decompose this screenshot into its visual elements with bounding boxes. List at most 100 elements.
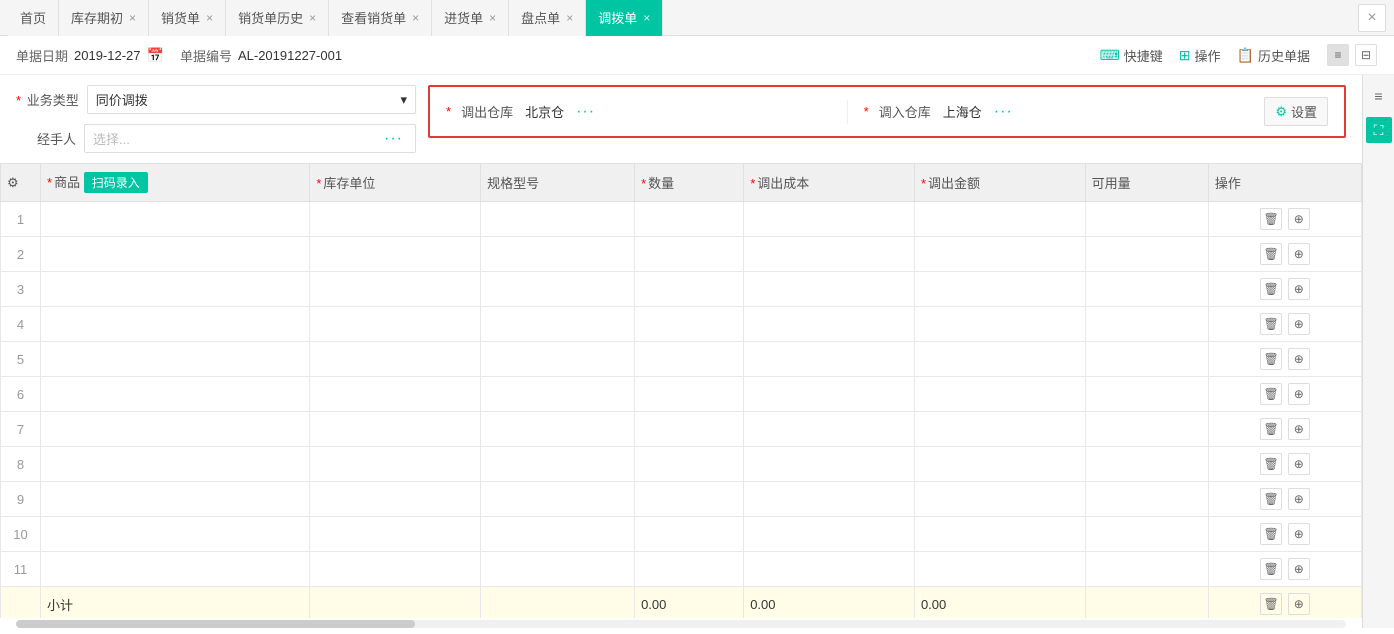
cell-product-7[interactable]: [41, 412, 310, 447]
cell-available-4[interactable]: [1085, 307, 1208, 342]
cell-unit-7[interactable]: [310, 412, 481, 447]
tab-home[interactable]: 首页: [8, 0, 59, 36]
warehouse-out-dots[interactable]: ···: [572, 103, 599, 121]
cell-spec-2[interactable]: [481, 237, 635, 272]
warehouse-in-dots[interactable]: ···: [990, 103, 1017, 121]
cell-qty-7[interactable]: [635, 412, 744, 447]
delete-row-9-button[interactable]: 🗑: [1260, 488, 1282, 510]
copy-row-5-button[interactable]: ⊕: [1288, 348, 1310, 370]
cell-amount-2[interactable]: [914, 237, 1085, 272]
delete-row-7-button[interactable]: 🗑: [1260, 418, 1282, 440]
cell-qty-10[interactable]: [635, 517, 744, 552]
cell-qty-5[interactable]: [635, 342, 744, 377]
cell-unit-9[interactable]: [310, 482, 481, 517]
copy-row-7-button[interactable]: ⊕: [1288, 418, 1310, 440]
cell-available-8[interactable]: [1085, 447, 1208, 482]
cell-amount-7[interactable]: [914, 412, 1085, 447]
handler-select[interactable]: 选择... ···: [84, 124, 416, 153]
cell-amount-9[interactable]: [914, 482, 1085, 517]
cell-cost-11[interactable]: [744, 552, 915, 587]
cell-spec-10[interactable]: [481, 517, 635, 552]
cell-amount-11[interactable]: [914, 552, 1085, 587]
cell-amount-5[interactable]: [914, 342, 1085, 377]
cell-qty-8[interactable]: [635, 447, 744, 482]
tab-sales-history-close[interactable]: ×: [309, 11, 316, 25]
subtotal-delete-button[interactable]: 🗑: [1260, 593, 1282, 615]
grid-view-button[interactable]: ⊟: [1355, 44, 1377, 66]
cell-cost-6[interactable]: [744, 377, 915, 412]
cell-spec-3[interactable]: [481, 272, 635, 307]
cell-available-3[interactable]: [1085, 272, 1208, 307]
cell-available-10[interactable]: [1085, 517, 1208, 552]
cell-amount-1[interactable]: [914, 202, 1085, 237]
copy-row-1-button[interactable]: ⊕: [1288, 208, 1310, 230]
sidebar-list-icon[interactable]: ≡: [1366, 83, 1392, 109]
cell-product-3[interactable]: [41, 272, 310, 307]
cell-available-5[interactable]: [1085, 342, 1208, 377]
copy-row-8-button[interactable]: ⊕: [1288, 453, 1310, 475]
cell-available-6[interactable]: [1085, 377, 1208, 412]
cell-spec-9[interactable]: [481, 482, 635, 517]
cell-qty-6[interactable]: [635, 377, 744, 412]
tab-transfer-order[interactable]: 调拨单 ×: [586, 0, 663, 36]
tab-inventory-check[interactable]: 盘点单 ×: [509, 0, 586, 36]
cell-spec-11[interactable]: [481, 552, 635, 587]
tab-inventory-init[interactable]: 库存期初 ×: [59, 0, 149, 36]
tab-transfer-order-close[interactable]: ×: [643, 11, 650, 25]
cell-available-7[interactable]: [1085, 412, 1208, 447]
cell-qty-4[interactable]: [635, 307, 744, 342]
cell-cost-9[interactable]: [744, 482, 915, 517]
tab-sales-order[interactable]: 销货单 ×: [149, 0, 226, 36]
copy-row-4-button[interactable]: ⊕: [1288, 313, 1310, 335]
cell-product-9[interactable]: [41, 482, 310, 517]
tab-view-sales-close[interactable]: ×: [412, 11, 419, 25]
tab-inventory-check-close[interactable]: ×: [566, 11, 573, 25]
business-type-select[interactable]: 同价调拨 ▾: [87, 85, 416, 114]
cell-qty-11[interactable]: [635, 552, 744, 587]
cell-available-2[interactable]: [1085, 237, 1208, 272]
cell-amount-8[interactable]: [914, 447, 1085, 482]
history-button[interactable]: 📋 历史单据: [1237, 46, 1310, 65]
cell-amount-10[interactable]: [914, 517, 1085, 552]
cell-product-2[interactable]: [41, 237, 310, 272]
cell-unit-11[interactable]: [310, 552, 481, 587]
delete-row-4-button[interactable]: 🗑: [1260, 313, 1282, 335]
cell-qty-2[interactable]: [635, 237, 744, 272]
cell-unit-2[interactable]: [310, 237, 481, 272]
cell-spec-4[interactable]: [481, 307, 635, 342]
tab-purchase-order-close[interactable]: ×: [489, 11, 496, 25]
cell-cost-4[interactable]: [744, 307, 915, 342]
cell-cost-2[interactable]: [744, 237, 915, 272]
tab-purchase-order[interactable]: 进货单 ×: [432, 0, 509, 36]
cell-qty-1[interactable]: [635, 202, 744, 237]
copy-row-10-button[interactable]: ⊕: [1288, 523, 1310, 545]
cell-qty-3[interactable]: [635, 272, 744, 307]
cell-unit-1[interactable]: [310, 202, 481, 237]
sidebar-expand-icon[interactable]: ⛶: [1366, 117, 1392, 143]
delete-row-8-button[interactable]: 🗑: [1260, 453, 1282, 475]
cell-cost-7[interactable]: [744, 412, 915, 447]
cell-cost-5[interactable]: [744, 342, 915, 377]
delete-row-1-button[interactable]: 🗑: [1260, 208, 1282, 230]
cell-unit-3[interactable]: [310, 272, 481, 307]
handler-dots-icon[interactable]: ···: [380, 130, 407, 148]
shortcut-button[interactable]: ⌨ 快捷键: [1100, 46, 1163, 65]
cell-cost-3[interactable]: [744, 272, 915, 307]
cell-spec-8[interactable]: [481, 447, 635, 482]
cell-product-10[interactable]: [41, 517, 310, 552]
list-view-button[interactable]: ≡: [1327, 44, 1349, 66]
calendar-icon[interactable]: 📅: [147, 47, 164, 64]
cell-spec-5[interactable]: [481, 342, 635, 377]
copy-row-11-button[interactable]: ⊕: [1288, 558, 1310, 580]
cell-product-11[interactable]: [41, 552, 310, 587]
delete-row-11-button[interactable]: 🗑: [1260, 558, 1282, 580]
settings-button[interactable]: ⚙ 设置: [1264, 97, 1328, 126]
subtotal-copy-button[interactable]: ⊕: [1288, 593, 1310, 615]
cell-unit-10[interactable]: [310, 517, 481, 552]
cell-product-4[interactable]: [41, 307, 310, 342]
cell-cost-1[interactable]: [744, 202, 915, 237]
scan-input-button[interactable]: 扫码录入: [84, 172, 148, 193]
cell-unit-8[interactable]: [310, 447, 481, 482]
th-gear[interactable]: ⚙: [1, 164, 41, 202]
cell-product-6[interactable]: [41, 377, 310, 412]
